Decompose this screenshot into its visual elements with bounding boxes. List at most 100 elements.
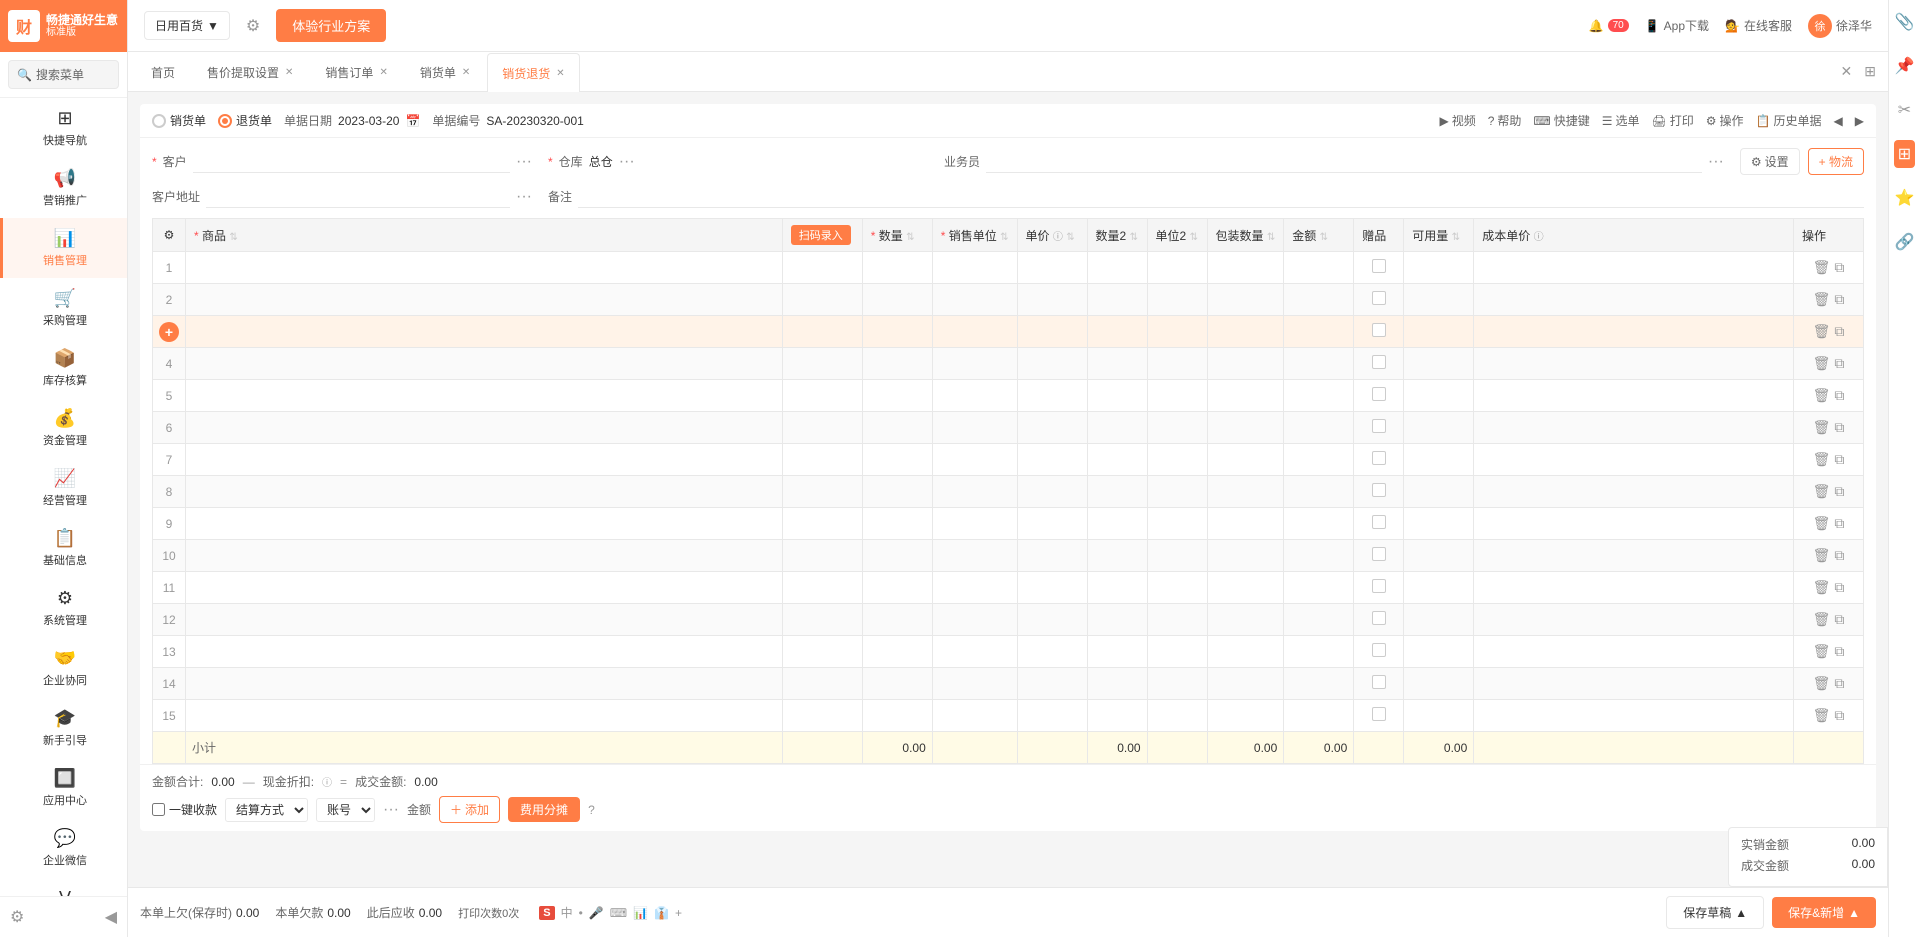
delivery-radio[interactable]: 销货单 [152, 112, 206, 129]
industry-select[interactable]: 日用百货 ▼ [144, 11, 230, 40]
video-action[interactable]: ▶ 视频 [1439, 112, 1475, 129]
notes-input[interactable] [578, 185, 1864, 208]
sidebar-item-sales[interactable]: 📊 销售管理 [0, 218, 127, 278]
sidebar-item-system[interactable]: ⚙ 系统管理 [0, 578, 127, 638]
gift-checkbox[interactable] [1372, 547, 1386, 561]
unit2-sort[interactable]: ⇅ [1190, 232, 1198, 243]
copy-row-icon[interactable]: ⧉ [1834, 323, 1844, 340]
copy-row-icon[interactable]: ⧉ [1834, 355, 1844, 372]
save-draft-button[interactable]: 保存草稿 ▲ [1666, 896, 1764, 929]
account-dots-btn[interactable]: ··· [383, 801, 399, 819]
col-settings[interactable]: ⚙ [153, 219, 186, 252]
tool-icon5[interactable]: 📊 [633, 906, 648, 920]
qty-sort[interactable]: ⇅ [906, 232, 914, 243]
gift-checkbox[interactable] [1372, 579, 1386, 593]
shortcuts-action[interactable]: ⌨ 快捷键 [1533, 112, 1589, 129]
copy-row-icon[interactable]: ⧉ [1834, 515, 1844, 532]
scan-button[interactable]: 扫码录入 [791, 225, 851, 245]
operate-action[interactable]: ⚙ 操作 [1706, 112, 1744, 129]
copy-row-icon[interactable]: ⧉ [1834, 707, 1844, 724]
delete-row-icon[interactable]: 🗑 [1813, 611, 1831, 628]
user-item[interactable]: 徐 徐泽华 [1808, 14, 1872, 38]
sidebar-item-operations[interactable]: 📈 经营管理 [0, 458, 127, 518]
topbar-gear-icon[interactable]: ⚙ [242, 12, 264, 40]
help-icon[interactable]: ? [588, 803, 595, 817]
product-input[interactable] [192, 325, 776, 339]
delete-row-icon[interactable]: 🗑 [1813, 483, 1831, 500]
copy-row-icon[interactable]: ⧉ [1834, 579, 1844, 596]
gift-checkbox[interactable] [1372, 259, 1386, 273]
gift-checkbox[interactable] [1372, 419, 1386, 433]
unit-sort[interactable]: ⇅ [1000, 232, 1008, 243]
copy-row-icon[interactable]: ⧉ [1834, 611, 1844, 628]
gift-checkbox[interactable] [1372, 611, 1386, 625]
delete-row-icon[interactable]: 🗑 [1813, 547, 1831, 564]
add-row-button[interactable]: + [159, 322, 179, 342]
print-action[interactable]: 🖨 打印 [1652, 112, 1694, 129]
logistics-button[interactable]: + 物流 [1808, 148, 1864, 175]
delete-row-icon[interactable]: 🗑 [1813, 259, 1831, 276]
add-button[interactable]: ＋ 添加 [439, 796, 500, 823]
gift-checkbox[interactable] [1372, 675, 1386, 689]
copy-row-icon[interactable]: ⧉ [1834, 451, 1844, 468]
delete-row-icon[interactable]: 🗑 [1813, 707, 1831, 724]
return-radio[interactable]: 退货单 [218, 112, 272, 129]
tool-icon3[interactable]: 🎤 [589, 906, 604, 920]
experience-button[interactable]: 体验行业方案 [276, 9, 386, 42]
price-sort[interactable]: ⇅ [1066, 232, 1074, 243]
sidebar-item-member[interactable]: V 畅会员 [0, 878, 127, 896]
app-download-item[interactable]: 📱 App下载 [1645, 17, 1709, 34]
prev-doc-action[interactable]: ◀ [1834, 112, 1843, 129]
settle-method-select[interactable]: 结算方式 [225, 798, 308, 822]
sidebar-item-purchase[interactable]: 🛒 采购管理 [0, 278, 127, 338]
payment-checkbox[interactable] [152, 803, 165, 816]
right-icon-4[interactable]: ⊞ [1894, 140, 1915, 168]
cost-price-info[interactable]: ⓘ [1534, 232, 1544, 243]
gift-checkbox[interactable] [1372, 515, 1386, 529]
copy-row-icon[interactable]: ⧉ [1834, 675, 1844, 692]
discount-info-icon[interactable]: ⓘ [322, 774, 332, 789]
right-icon-5[interactable]: ⭐ [1891, 184, 1919, 212]
account-select[interactable]: 账号 [316, 798, 375, 822]
payment-checkbox-label[interactable]: 一键收款 [152, 801, 217, 818]
history-action[interactable]: 📋 历史单据 [1756, 112, 1822, 129]
sidebar-item-guide[interactable]: 🎓 新手引导 [0, 698, 127, 758]
expense-button[interactable]: 费用分摊 [508, 797, 580, 822]
sidebar-item-marketing[interactable]: 📢 营销推广 [0, 158, 127, 218]
tab-sales-return[interactable]: 销货退货 ✕ [487, 53, 579, 92]
help-action[interactable]: ? 帮助 [1488, 112, 1522, 129]
settings-icon[interactable]: ⚙ [10, 907, 24, 927]
tool-icon6[interactable]: 👔 [654, 906, 669, 920]
qty2-sort[interactable]: ⇅ [1130, 232, 1138, 243]
tab-sales-order[interactable]: 销售订单 ✕ [310, 52, 402, 91]
tab-close-return[interactable]: ✕ [556, 68, 564, 79]
next-doc-action[interactable]: ▶ [1855, 112, 1864, 129]
sidebar-item-basic[interactable]: 📋 基础信息 [0, 518, 127, 578]
tool-icon2[interactable]: • [579, 906, 583, 920]
delete-row-icon[interactable]: 🗑 [1813, 579, 1831, 596]
search-menu-button[interactable]: 🔍 搜索菜单 [8, 60, 119, 89]
tab-price-settings[interactable]: 售价提取设置 ✕ [192, 52, 308, 91]
tab-home[interactable]: 首页 [136, 52, 190, 91]
notification-item[interactable]: 🔔 70 [1589, 19, 1629, 33]
warehouse-dots-btn[interactable]: ··· [619, 153, 635, 171]
delete-row-icon[interactable]: 🗑 [1813, 355, 1831, 372]
copy-row-icon[interactable]: ⧉ [1834, 259, 1844, 276]
copy-row-icon[interactable]: ⧉ [1834, 483, 1844, 500]
salesperson-dots-btn[interactable]: ··· [1708, 153, 1724, 171]
select-action[interactable]: ☰ 选单 [1602, 112, 1640, 129]
tool-icon7[interactable]: + [675, 906, 682, 920]
sidebar-item-appstore[interactable]: 🔲 应用中心 [0, 758, 127, 818]
setting-button[interactable]: ⚙ 设置 [1740, 148, 1800, 175]
sidebar-item-wechat[interactable]: 💬 企业微信 [0, 818, 127, 878]
delete-row-icon[interactable]: 🗑 [1813, 643, 1831, 660]
address-dots-btn[interactable]: ··· [516, 188, 532, 206]
delete-row-icon[interactable]: 🗑 [1813, 675, 1831, 692]
tab-close-price[interactable]: ✕ [285, 67, 293, 78]
avail-sort[interactable]: ⇅ [1452, 232, 1460, 243]
unit-price-info[interactable]: ⓘ [1053, 232, 1063, 243]
sidebar-item-enterprise[interactable]: 🤝 企业协同 [0, 638, 127, 698]
salesperson-input[interactable] [986, 150, 1702, 173]
right-icon-2[interactable]: 📌 [1891, 52, 1919, 80]
gift-checkbox[interactable] [1372, 451, 1386, 465]
